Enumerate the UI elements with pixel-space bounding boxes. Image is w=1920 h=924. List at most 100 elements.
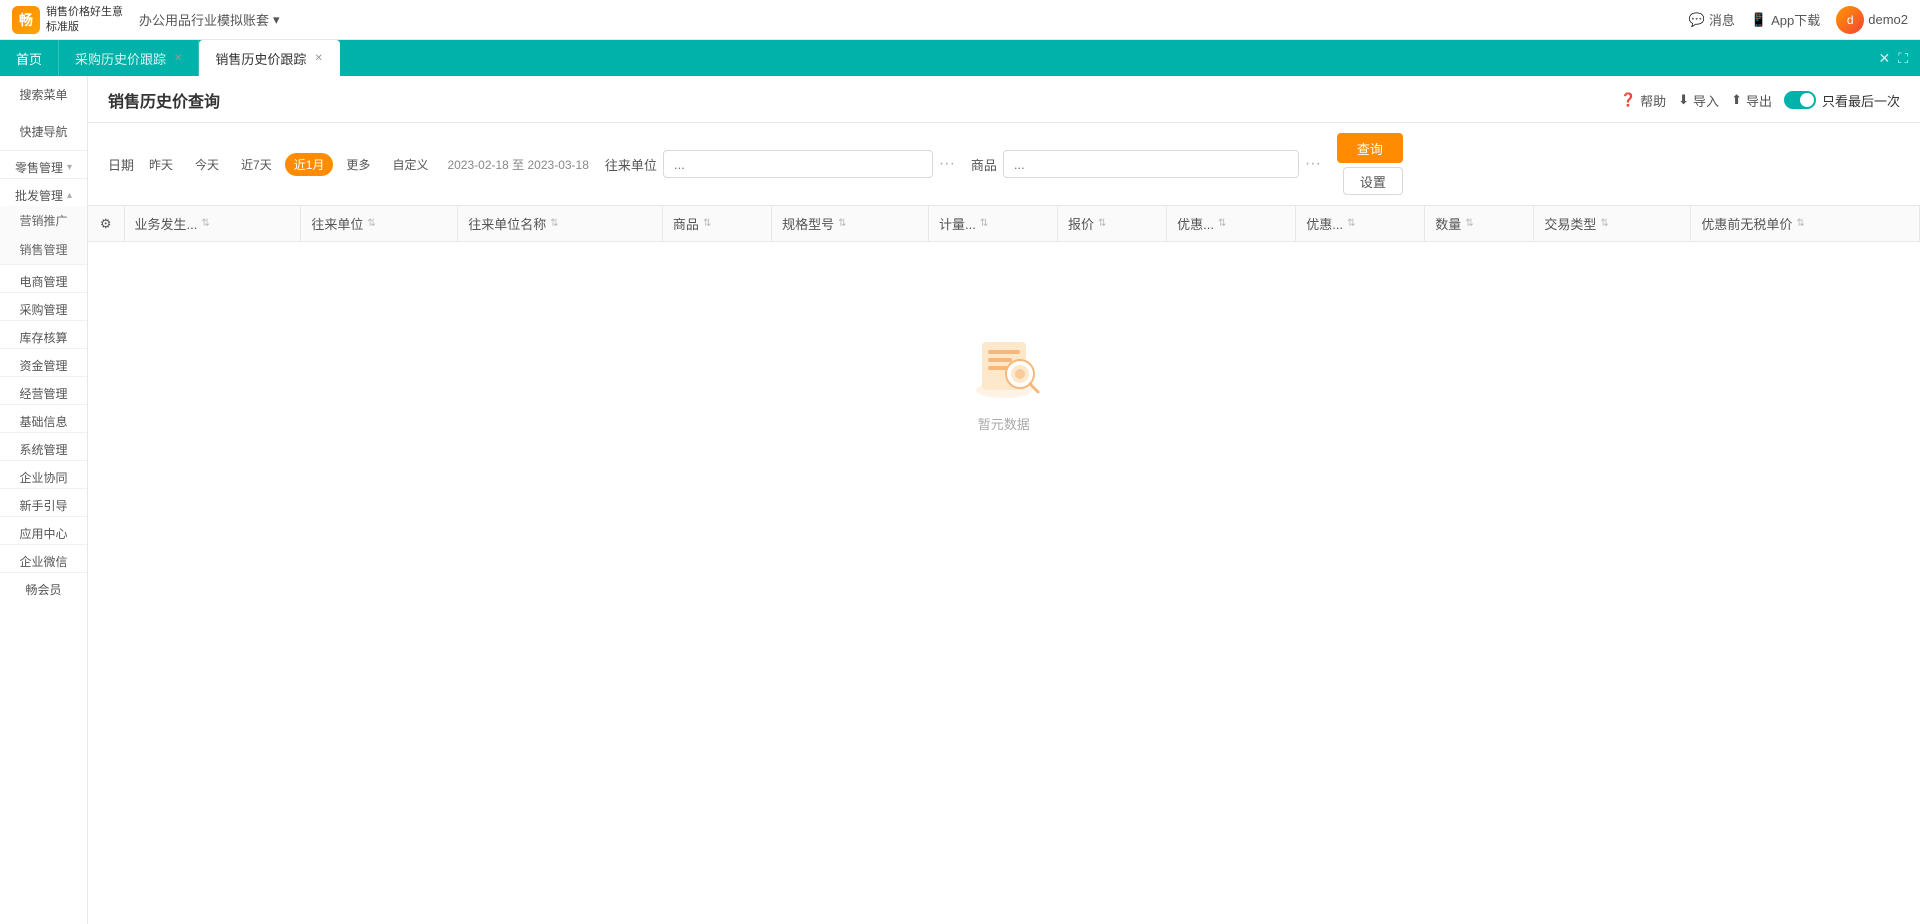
sidebar-item-sales-mgmt[interactable]: 销售管理: [0, 235, 87, 264]
empty-icon: [964, 322, 1044, 402]
sort-icon: ⇅: [980, 218, 988, 229]
sort-icon: ⇅: [1218, 218, 1226, 229]
product-picker-icon[interactable]: ···: [1305, 155, 1321, 173]
top-bar: 畅 销售价格好生意 标准版 办公用品行业模拟账套 ▾ 💬 消息 📱 App下载 …: [0, 0, 1920, 40]
sidebar-item-finance-mgmt[interactable]: 资金管理: [0, 348, 87, 376]
sort-icon: ⇅: [1600, 218, 1608, 229]
only-last-label: 只看最后一次: [1822, 91, 1900, 110]
sidebar-item-inventory-check[interactable]: 库存核算: [0, 320, 87, 348]
sidebar-item-wholesale-mgmt[interactable]: 批发管理 ▴: [0, 178, 87, 206]
sidebar-item-member[interactable]: 畅会员: [0, 572, 87, 600]
partner-name-column-header[interactable]: 往来单位名称 ⇅: [458, 206, 663, 242]
page-title: 销售历史价查询: [108, 88, 220, 112]
top-bar-right: 💬 消息 📱 App下载 d demo2: [1689, 6, 1908, 34]
sidebar-item-search-menu[interactable]: 搜索菜单: [0, 76, 87, 113]
sidebar-item-basic-info[interactable]: 基础信息: [0, 404, 87, 432]
date-btn-yesterday[interactable]: 昨天: [140, 153, 182, 176]
logo-icon: 畅: [12, 6, 40, 34]
window-controls: ✕ ⛶: [1866, 50, 1920, 67]
sidebar-item-quick-nav[interactable]: 快捷导航: [0, 113, 87, 150]
spec-column-header[interactable]: 规格型号 ⇅: [772, 206, 929, 242]
date-range-display: 2023-02-18 至 2023-03-18: [447, 156, 588, 173]
chevron-up-icon: ▴: [67, 190, 72, 201]
date-btn-today[interactable]: 今天: [186, 153, 228, 176]
maximize-window-icon[interactable]: ⛶: [1898, 50, 1908, 67]
page-actions: ❓ 帮助 ⬇ 导入 ⬆ 导出 只看最后一次: [1620, 91, 1900, 110]
help-icon: ❓: [1620, 92, 1636, 108]
sidebar-item-purchase-mgmt[interactable]: 采购管理: [0, 292, 87, 320]
message-action[interactable]: 💬 消息: [1689, 10, 1735, 29]
help-action[interactable]: ❓ 帮助: [1620, 91, 1666, 110]
qty-column-header[interactable]: 数量 ⇅: [1425, 206, 1534, 242]
partner-code-column-header[interactable]: 往来单位 ⇅: [301, 206, 458, 242]
date-btn-more[interactable]: 更多: [337, 153, 379, 176]
sidebar-item-ecommerce-mgmt[interactable]: 电商管理: [0, 264, 87, 292]
unit-column-header[interactable]: 计量... ⇅: [928, 206, 1057, 242]
close-window-icon[interactable]: ✕: [1878, 50, 1890, 67]
user-area[interactable]: d demo2: [1836, 6, 1908, 34]
import-icon: ⬇: [1678, 92, 1689, 108]
date-btn-custom[interactable]: 自定义: [383, 153, 437, 176]
query-button[interactable]: 查询: [1337, 133, 1403, 163]
export-icon: ⬆: [1731, 92, 1742, 108]
sidebar-item-ops-mgmt[interactable]: 经营管理: [0, 376, 87, 404]
discount1-column-header[interactable]: 优惠... ⇅: [1167, 206, 1296, 242]
sort-icon: ⇅: [201, 218, 209, 229]
tab-bar: 首页 采购历史价跟踪 ✕ 销售历史价跟踪 ✕ ✕ ⛶: [0, 40, 1920, 76]
top-bar-left: 畅 销售价格好生意 标准版 办公用品行业模拟账套 ▾: [12, 5, 288, 34]
sort-icon: ⇅: [838, 218, 846, 229]
setting-button[interactable]: 设置: [1343, 167, 1403, 195]
content: 销售历史价查询 ❓ 帮助 ⬇ 导入 ⬆ 导出: [88, 76, 1920, 924]
settings-icon: ⚙: [100, 216, 112, 231]
product-column-header[interactable]: 商品 ⇅: [662, 206, 771, 242]
tab-sales-history[interactable]: 销售历史价跟踪 ✕: [199, 40, 339, 76]
sort-icon: ⇅: [1465, 218, 1473, 229]
table-area: ⚙ 业务发生... ⇅ 往来单位 ⇅: [88, 206, 1920, 924]
tab-close-sales[interactable]: ✕: [314, 53, 322, 64]
chevron-down-icon: ▾: [67, 162, 72, 173]
table-body: 暂元数据: [88, 242, 1920, 514]
logo-area: 畅 销售价格好生意 标准版: [12, 5, 123, 34]
sort-icon: ⇅: [1347, 218, 1355, 229]
date-filter-group: 日期 昨天 今天 近7天 近1月 更多 自定义 2023-02-18 至 202…: [108, 153, 589, 176]
partner-filter-group: 往来单位 ···: [605, 150, 955, 178]
product-filter-group: 商品 ···: [971, 150, 1321, 178]
sidebar-item-app-center[interactable]: 应用中心: [0, 516, 87, 544]
sidebar-item-enterprise-wechat[interactable]: 企业微信: [0, 544, 87, 572]
chevron-down-icon: ▾: [273, 12, 280, 28]
settings-column-header[interactable]: ⚙: [88, 206, 124, 242]
filter-row: 日期 昨天 今天 近7天 近1月 更多 自定义 2023-02-18 至 202…: [88, 123, 1920, 206]
main-area: 搜索菜单 快捷导航 零售管理 ▾ 批发管理 ▴ 营销推广 销售管理 电商管理 采…: [0, 76, 1920, 924]
product-input[interactable]: [1003, 150, 1299, 178]
date-btn-7days[interactable]: 近7天: [232, 153, 281, 176]
app-download-action[interactable]: 📱 App下载: [1751, 10, 1820, 29]
app-selector[interactable]: 办公用品行业模拟账套 ▾: [131, 6, 288, 33]
partner-input[interactable]: [663, 150, 933, 178]
partner-picker-icon[interactable]: ···: [939, 155, 955, 173]
import-action[interactable]: ⬇ 导入: [1678, 91, 1719, 110]
sidebar-item-retail-mgmt[interactable]: 零售管理 ▾: [0, 150, 87, 178]
sidebar-item-enterprise-collab[interactable]: 企业协同: [0, 460, 87, 488]
date-buttons: 昨天 今天 近7天 近1月 更多 自定义: [140, 153, 437, 176]
sidebar-item-system-mgmt[interactable]: 系统管理: [0, 432, 87, 460]
tab-close-purchase[interactable]: ✕: [174, 53, 182, 64]
tab-home[interactable]: 首页: [0, 40, 59, 76]
trade-type-column-header[interactable]: 交易类型 ⇅: [1534, 206, 1691, 242]
product-label: 商品: [971, 155, 997, 174]
empty-text: 暂元数据: [978, 414, 1030, 433]
pre-tax-price-column-header[interactable]: 优惠前无税单价 ⇅: [1691, 206, 1920, 242]
quote-column-header[interactable]: 报价 ⇅: [1058, 206, 1167, 242]
only-last-toggle-group: 只看最后一次: [1784, 91, 1900, 110]
export-action[interactable]: ⬆ 导出: [1731, 91, 1772, 110]
page-title-row: 销售历史价查询 ❓ 帮助 ⬇ 导入 ⬆ 导出: [108, 88, 1900, 122]
tab-purchase-history[interactable]: 采购历史价跟踪 ✕: [59, 40, 199, 76]
filter-row-buttons: 查询 设置: [1337, 133, 1403, 195]
sidebar-item-marketing[interactable]: 营销推广: [0, 206, 87, 235]
sort-icon: ⇅: [1098, 218, 1106, 229]
sidebar-item-newbie-guide[interactable]: 新手引导: [0, 488, 87, 516]
date-btn-1month[interactable]: 近1月: [285, 153, 334, 176]
only-last-toggle[interactable]: [1784, 91, 1816, 109]
avatar: d: [1836, 6, 1864, 34]
biz-date-column-header[interactable]: 业务发生... ⇅: [124, 206, 301, 242]
discount2-column-header[interactable]: 优惠... ⇅: [1296, 206, 1425, 242]
